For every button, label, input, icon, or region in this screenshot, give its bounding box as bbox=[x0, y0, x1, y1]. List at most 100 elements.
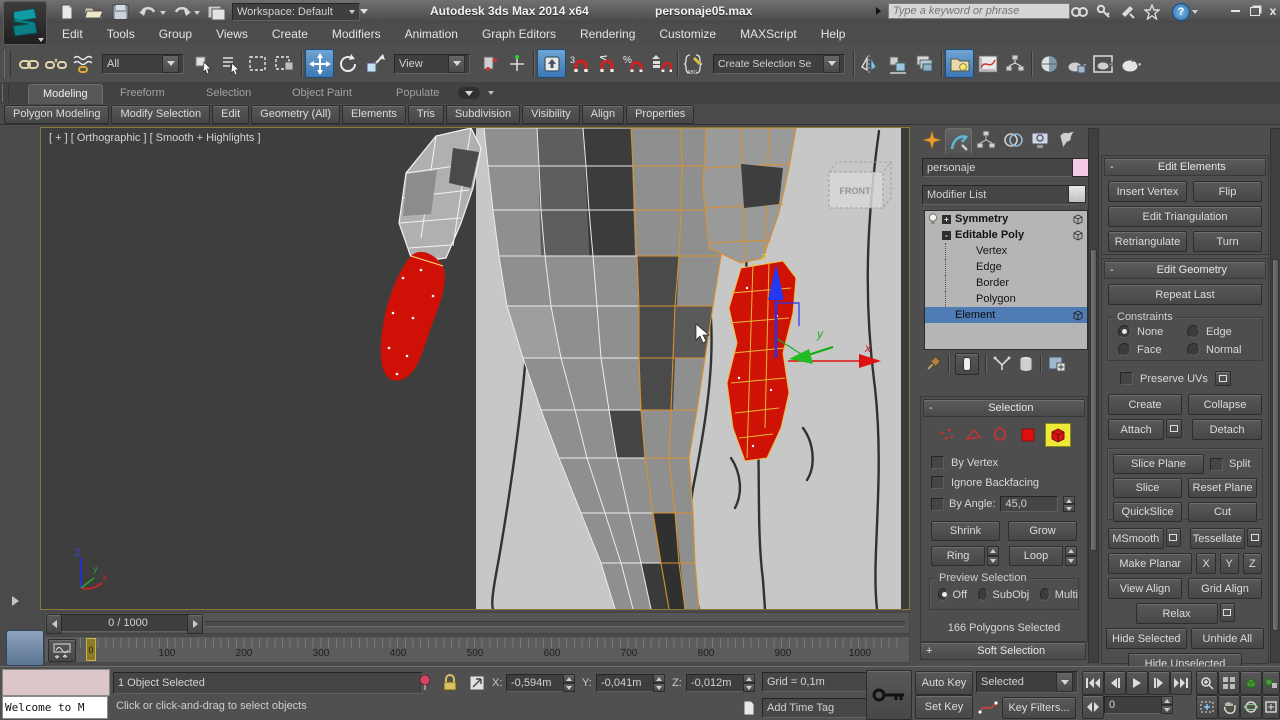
panel-geometry-all[interactable]: Geometry (All) bbox=[251, 104, 341, 124]
border-mode-icon[interactable] bbox=[991, 425, 1011, 445]
next-frame-button[interactable] bbox=[1148, 671, 1170, 695]
viewport-layout-tab[interactable] bbox=[6, 630, 44, 666]
material-editor-icon[interactable] bbox=[1035, 50, 1062, 77]
redo-icon[interactable] bbox=[172, 4, 192, 20]
show-end-result-toggle[interactable] bbox=[955, 353, 979, 375]
zoom-button[interactable] bbox=[1196, 671, 1218, 695]
search-history-icon[interactable] bbox=[1070, 4, 1088, 20]
ignore-backfacing-checkbox[interactable] bbox=[931, 476, 944, 489]
slice-plane-button[interactable]: Slice Plane bbox=[1113, 454, 1204, 474]
communication-center-icon[interactable] bbox=[1120, 4, 1136, 20]
ribbon-grip[interactable] bbox=[2, 84, 9, 102]
undo-dropdown-arrow[interactable] bbox=[160, 11, 166, 15]
schematic-view-icon[interactable] bbox=[1001, 50, 1028, 77]
search-input[interactable] bbox=[888, 3, 1070, 19]
grid-align-button[interactable]: Grid Align bbox=[1188, 578, 1262, 599]
ribbon-tab-selection[interactable]: Selection bbox=[192, 87, 265, 99]
open-file-icon[interactable] bbox=[84, 4, 104, 20]
snaps-toggle-3d-icon[interactable]: 3 bbox=[566, 50, 593, 77]
constraint-none-radio[interactable] bbox=[1118, 325, 1131, 338]
help-dropdown-arrow[interactable] bbox=[1192, 10, 1198, 14]
current-frame-spinner[interactable] bbox=[1161, 696, 1173, 714]
ribbon-tab-modeling[interactable]: Modeling bbox=[28, 84, 103, 104]
z-coord-spinner[interactable] bbox=[743, 674, 755, 692]
modifier-list-arrow[interactable] bbox=[1068, 185, 1086, 203]
time-back-button[interactable] bbox=[46, 614, 62, 634]
selection-lock-icon[interactable] bbox=[442, 674, 458, 692]
slice-button[interactable]: Slice bbox=[1113, 478, 1182, 498]
select-and-move-button[interactable] bbox=[305, 49, 334, 78]
angle-snap-toggle-icon[interactable] bbox=[593, 50, 620, 77]
stack-row-vertex[interactable]: Vertex bbox=[945, 243, 1087, 259]
select-by-name-icon[interactable] bbox=[217, 50, 244, 77]
menu-help[interactable]: Help bbox=[809, 25, 858, 43]
time-slider-track[interactable] bbox=[205, 621, 905, 627]
previous-frame-button[interactable] bbox=[1104, 671, 1126, 695]
help-icon[interactable]: ? bbox=[1172, 3, 1190, 21]
zoom-region-button[interactable] bbox=[1196, 695, 1218, 719]
undo-icon[interactable] bbox=[138, 4, 158, 20]
set-keys-button[interactable] bbox=[866, 670, 912, 720]
soft-selection-rollout-header[interactable]: + Soft Selection bbox=[920, 642, 1086, 660]
key-filters-button[interactable]: Key Filters... bbox=[1002, 697, 1076, 719]
ribbon-tab-object-paint[interactable]: Object Paint bbox=[278, 87, 366, 99]
maximize-viewport-toggle[interactable] bbox=[1262, 695, 1280, 719]
edit-elements-header[interactable]: - Edit Elements bbox=[1104, 158, 1266, 176]
named-selection-sets-dropdown[interactable]: Create Selection Se bbox=[713, 53, 845, 74]
shrink-button[interactable]: Shrink bbox=[931, 521, 1000, 541]
view-align-button[interactable]: View Align bbox=[1108, 578, 1182, 599]
preserve-uvs-checkbox[interactable] bbox=[1120, 372, 1133, 385]
quickslice-button[interactable]: QuickSlice bbox=[1113, 502, 1182, 522]
edit-geometry-header[interactable]: - Edit Geometry bbox=[1104, 261, 1266, 279]
make-planar-x-button[interactable]: X bbox=[1196, 553, 1216, 574]
preview-subobj-radio[interactable] bbox=[978, 588, 988, 601]
menu-rendering[interactable]: Rendering bbox=[568, 25, 647, 43]
tab-hierarchy[interactable] bbox=[972, 128, 999, 152]
layer-manager-icon[interactable] bbox=[911, 50, 938, 77]
constraint-edge-radio[interactable] bbox=[1187, 325, 1200, 338]
tab-motion[interactable] bbox=[999, 128, 1026, 152]
panel-column-scrollbar[interactable] bbox=[1088, 128, 1099, 663]
zoom-extents-button[interactable] bbox=[1240, 671, 1262, 695]
use-pivot-point-icon[interactable] bbox=[476, 50, 503, 77]
maxscript-mini-listener-white[interactable]: Welcome to M bbox=[2, 696, 108, 719]
restore-button[interactable] bbox=[1246, 4, 1264, 18]
favorites-star-icon[interactable] bbox=[1144, 4, 1160, 20]
turn-button[interactable]: Turn bbox=[1193, 231, 1262, 252]
scene-explorer-toggle[interactable] bbox=[945, 49, 974, 78]
menu-customize[interactable]: Customize bbox=[647, 25, 728, 43]
ribbon-minimize-arrow[interactable] bbox=[488, 91, 494, 95]
make-planar-z-button[interactable]: Z bbox=[1242, 553, 1262, 574]
window-crossing-icon[interactable] bbox=[271, 50, 298, 77]
modifier-list-dropdown[interactable]: Modifier List bbox=[922, 185, 1078, 205]
unhide-all-button[interactable]: Unhide All bbox=[1190, 628, 1264, 649]
maxscript-mini-listener-pink[interactable] bbox=[2, 669, 110, 696]
ribbon-minimize-button[interactable] bbox=[458, 87, 480, 99]
tessellate-button[interactable]: Tessellate bbox=[1189, 528, 1245, 549]
pin-stack-icon[interactable] bbox=[924, 355, 942, 373]
reset-plane-button[interactable]: Reset Plane bbox=[1188, 478, 1257, 498]
key-mode-dropdown[interactable]: Selected bbox=[976, 671, 1078, 693]
preview-multi-radio[interactable] bbox=[1040, 588, 1050, 601]
preview-off-radio[interactable] bbox=[938, 588, 948, 601]
msmooth-settings-button[interactable] bbox=[1165, 528, 1181, 547]
ribbon-tab-populate[interactable]: Populate bbox=[382, 87, 453, 99]
selection-filter-dropdown[interactable]: All bbox=[102, 53, 184, 74]
menu-group[interactable]: Group bbox=[147, 25, 204, 43]
render-setup-icon[interactable] bbox=[1062, 50, 1089, 77]
bind-to-space-warp-icon[interactable] bbox=[69, 50, 96, 77]
retriangulate-button[interactable]: Retriangulate bbox=[1108, 231, 1188, 252]
create-button[interactable]: Create bbox=[1108, 394, 1182, 415]
keyboard-shortcut-override-toggle[interactable] bbox=[537, 49, 566, 78]
y-coord-spinner[interactable] bbox=[653, 674, 665, 692]
spinner-snap-toggle-icon[interactable] bbox=[647, 50, 674, 77]
detach-button[interactable]: Detach bbox=[1192, 419, 1262, 440]
by-vertex-checkbox[interactable] bbox=[931, 456, 944, 469]
loop-button[interactable]: Loop bbox=[1009, 546, 1063, 566]
time-slider-frame-display[interactable]: 0 / 1000 bbox=[61, 614, 195, 632]
menu-create[interactable]: Create bbox=[260, 25, 320, 43]
stack-row-edge[interactable]: Edge bbox=[945, 259, 1087, 275]
by-angle-spinner[interactable] bbox=[1063, 496, 1076, 512]
panel-tris[interactable]: Tris bbox=[407, 104, 444, 124]
toolbar-overflow-arrow[interactable] bbox=[876, 7, 881, 15]
